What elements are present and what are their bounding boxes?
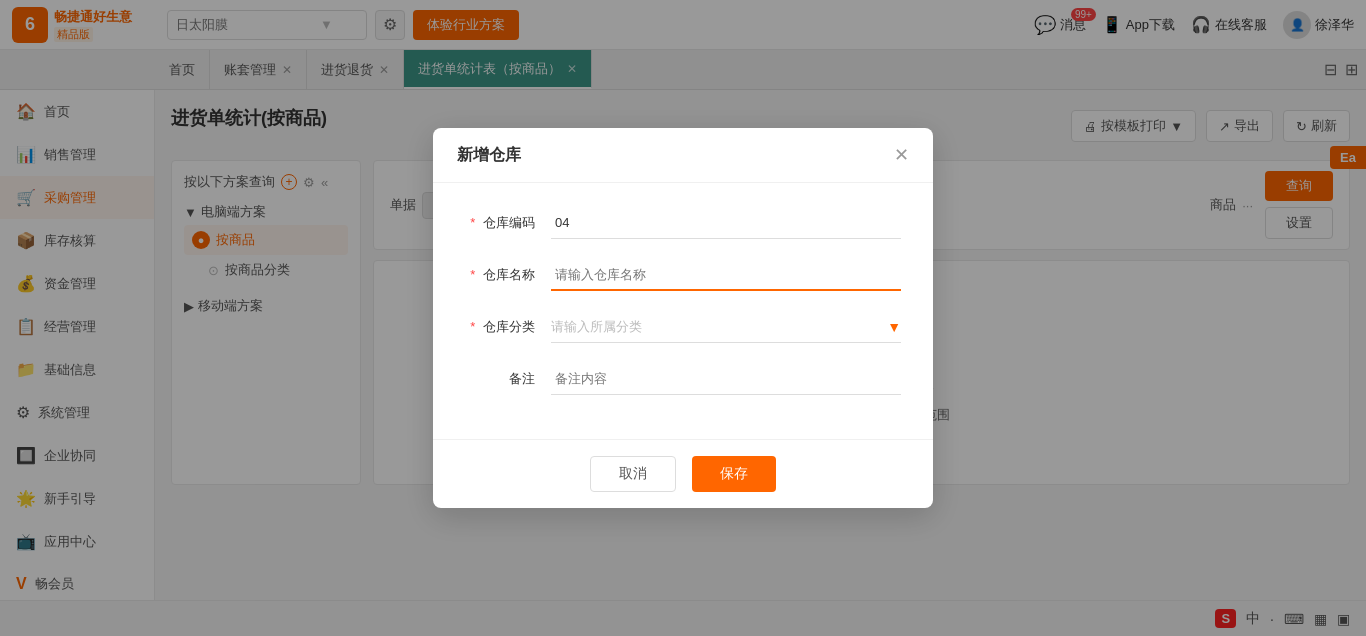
remark-input[interactable] [551,363,901,395]
warehouse-name-label: * 仓库名称 [465,266,535,284]
modal-overlay: 新增仓库 ✕ * 仓库编码 * 仓库名称 [0,0,1366,636]
warehouse-class-label: * 仓库分类 [465,318,535,336]
modal-body: * 仓库编码 * 仓库名称 * 仓库分类 请输入 [433,183,933,439]
warehouse-name-input[interactable] [551,259,901,291]
warehouse-code-input[interactable] [551,207,901,239]
warehouse-code-label: * 仓库编码 [465,214,535,232]
required-star: * [470,215,475,230]
add-warehouse-modal: 新增仓库 ✕ * 仓库编码 * 仓库名称 [433,128,933,508]
required-star2: * [470,267,475,282]
cancel-button[interactable]: 取消 [590,456,676,492]
modal-footer: 取消 保存 [433,439,933,508]
warehouse-code-row: * 仓库编码 [465,207,901,239]
modal-close-button[interactable]: ✕ [894,144,909,166]
warehouse-name-row: * 仓库名称 [465,259,901,291]
remark-row: 备注 [465,363,901,395]
warehouse-class-placeholder: 请输入所属分类 [551,318,642,336]
warehouse-class-arrow: ▼ [887,319,901,335]
remark-label: 备注 [465,370,535,388]
modal-title: 新增仓库 [457,145,521,166]
modal-header: 新增仓库 ✕ [433,128,933,183]
warehouse-class-select[interactable]: 请输入所属分类 ▼ [551,311,901,343]
required-star3: * [470,319,475,334]
warehouse-class-row: * 仓库分类 请输入所属分类 ▼ [465,311,901,343]
save-button[interactable]: 保存 [692,456,776,492]
